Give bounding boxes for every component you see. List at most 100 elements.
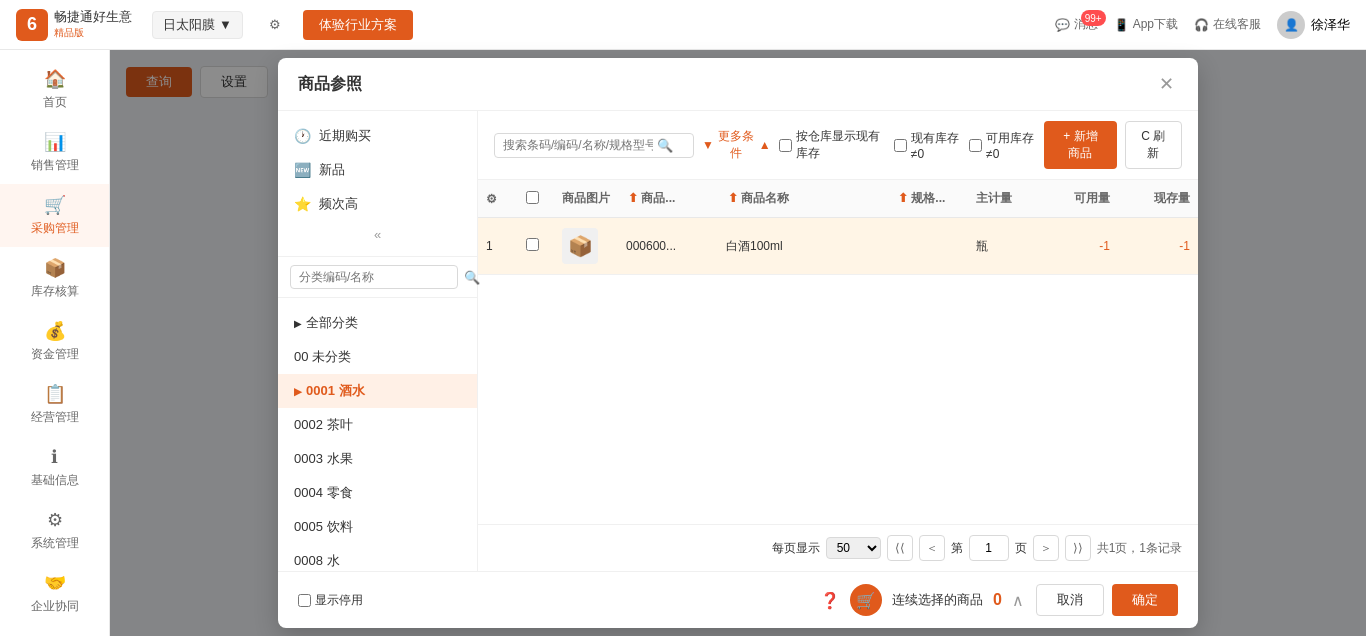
product-search-input[interactable]: [503, 138, 653, 152]
th-name[interactable]: ⬆ 商品名称: [718, 180, 888, 218]
show-disabled-checkbox[interactable]: [298, 594, 311, 607]
add-product-button[interactable]: + 新增商品: [1044, 121, 1116, 169]
page-unit: 页: [1015, 540, 1027, 557]
top-header: 6 畅捷通好生意 精品版 日太阳膜 ▼ ⚙ 体验行业方案 💬 消息 99+ 📱 …: [0, 0, 1366, 50]
logo-icon: 6: [16, 9, 48, 41]
sidebar-item-home[interactable]: 🏠 首页: [0, 58, 109, 121]
sidebar: 🏠 首页 📊 销售管理 🛒 采购管理 📦 库存核算 💰 资金管理 📋 经营管理 …: [0, 50, 110, 636]
category-0008[interactable]: 0008 水: [278, 544, 477, 571]
modal-header: 商品参照 ✕: [278, 58, 1198, 111]
refresh-button[interactable]: C 刷新: [1125, 121, 1182, 169]
toolbar-right: + 新增商品 C 刷新: [1044, 121, 1182, 169]
frequent-link[interactable]: ⭐ 频次高: [278, 187, 477, 221]
logo-text: 畅捷通好生意: [54, 9, 132, 26]
sidebar-item-inventory[interactable]: 📦 库存核算: [0, 247, 109, 310]
sidebar-label: 库存核算: [31, 283, 79, 300]
search-icon[interactable]: 🔍: [657, 138, 673, 153]
sidebar-label: 采购管理: [31, 220, 79, 237]
category-0002[interactable]: 0002 茶叶: [278, 408, 477, 442]
prev-page-button[interactable]: ＜: [919, 535, 945, 561]
sidebar-item-finance[interactable]: 💰 资金管理: [0, 310, 109, 373]
th-spec[interactable]: ⬆ 规格...: [888, 180, 968, 218]
new-product-link[interactable]: 🆕 新品: [278, 153, 477, 187]
avatar: 👤: [1277, 11, 1305, 39]
footer-collapse-button[interactable]: ∧: [1012, 591, 1024, 610]
modal-close-button[interactable]: ✕: [1154, 72, 1178, 96]
confirm-button[interactable]: 确定: [1112, 584, 1178, 616]
sort-icon: ⬆: [898, 191, 908, 205]
category-0001[interactable]: ▶ 0001 酒水: [278, 374, 477, 408]
next-page-button[interactable]: ＞: [1033, 535, 1059, 561]
sidebar-item-purchase[interactable]: 🛒 采购管理: [0, 184, 109, 247]
category-all[interactable]: ▶ 全部分类: [278, 306, 477, 340]
main-layout: 🏠 首页 📊 销售管理 🛒 采购管理 📦 库存核算 💰 资金管理 📋 经营管理 …: [0, 50, 1366, 636]
last-page-button[interactable]: ⟩⟩: [1065, 535, 1091, 561]
modal-footer: 显示停用 ❓ 🛒 连续选择的商品 0 ∧ 取消 确定: [278, 571, 1198, 628]
th-stock: 现存量: [1118, 180, 1198, 218]
sidebar-item-guide[interactable]: 📖 新手引导: [0, 625, 109, 636]
available-stock-checkbox[interactable]: 可用库存≠0: [969, 130, 1036, 161]
th-available: 可用量: [1038, 180, 1118, 218]
cart-button[interactable]: 🛒: [850, 584, 882, 616]
modal-title: 商品参照: [298, 74, 362, 95]
cell-unit: 瓶: [968, 218, 1038, 275]
sidebar-label: 基础信息: [31, 472, 79, 489]
new-label: 新品: [319, 161, 345, 179]
cell-image: 📦: [554, 218, 618, 275]
sidebar-label: 销售管理: [31, 157, 79, 174]
sort-icon: ⬆: [628, 191, 638, 205]
header-right: 💬 消息 99+ 📱 App下载 🎧 在线客服 👤 徐泽华: [1055, 11, 1350, 39]
cell-available: -1: [1038, 218, 1118, 275]
more-filter-button[interactable]: ▼ 更多条件 ▲: [702, 128, 771, 162]
logo-area: 6 畅捷通好生意 精品版: [16, 9, 136, 41]
sidebar-item-system[interactable]: ⚙ 系统管理: [0, 499, 109, 562]
header-mid: ⚙ 体验行业方案: [259, 9, 413, 41]
app-download-button[interactable]: 📱 App下载: [1114, 16, 1178, 33]
finance-icon: 💰: [44, 320, 66, 342]
sidebar-item-basic-info[interactable]: ℹ 基础信息: [0, 436, 109, 499]
cell-check[interactable]: [518, 218, 554, 275]
th-settings[interactable]: ⚙: [478, 180, 518, 218]
left-panel: 🕐 近期购买 🆕 新品 ⭐ 频次高: [278, 111, 478, 571]
cell-name: 白酒100ml: [718, 218, 888, 275]
online-service-button[interactable]: 🎧 在线客服: [1194, 16, 1261, 33]
current-stock-checkbox[interactable]: 现有库存≠0: [894, 130, 961, 161]
cart-icon: 🛒: [856, 591, 876, 610]
first-page-button[interactable]: ⟨⟨: [887, 535, 913, 561]
user-area[interactable]: 👤 徐泽华: [1277, 11, 1350, 39]
table-row[interactable]: 1 📦 00: [478, 218, 1198, 275]
collapse-button[interactable]: «: [278, 221, 477, 248]
recent-purchase-link[interactable]: 🕐 近期购买: [278, 119, 477, 153]
page-number-input[interactable]: [969, 535, 1009, 561]
category-0003[interactable]: 0003 水果: [278, 442, 477, 476]
sidebar-item-sales[interactable]: 📊 销售管理: [0, 121, 109, 184]
warehouse-display-checkbox[interactable]: 按仓库显示现有库存: [779, 128, 886, 162]
gear-button[interactable]: ⚙: [259, 9, 291, 41]
show-disabled-label[interactable]: 显示停用: [298, 592, 363, 609]
per-page-select[interactable]: 102050100: [826, 537, 881, 559]
info-icon: ℹ: [51, 446, 58, 468]
sidebar-item-collab[interactable]: 🤝 企业协同: [0, 562, 109, 625]
message-badge: 99+: [1081, 10, 1106, 26]
experience-button[interactable]: 体验行业方案: [303, 10, 413, 40]
store-selector[interactable]: 日太阳膜 ▼: [152, 11, 243, 39]
sidebar-item-operations[interactable]: 📋 经营管理: [0, 373, 109, 436]
category-00[interactable]: 00 未分类: [278, 340, 477, 374]
category-0005[interactable]: 0005 饮料: [278, 510, 477, 544]
system-icon: ⚙: [47, 509, 63, 531]
modal-body: 🕐 近期购买 🆕 新品 ⭐ 频次高: [278, 111, 1198, 571]
search-input-wrap: 🔍: [494, 133, 694, 158]
footer-right: 取消 确定: [1036, 584, 1178, 616]
sidebar-label: 系统管理: [31, 535, 79, 552]
product-table: ⚙ 商品图片 ⬆ 商品...: [478, 180, 1198, 275]
messages-button[interactable]: 💬 消息 99+: [1055, 16, 1098, 33]
cancel-button[interactable]: 取消: [1036, 584, 1104, 616]
category-0004[interactable]: 0004 零食: [278, 476, 477, 510]
quick-links: 🕐 近期购买 🆕 新品 ⭐ 频次高: [278, 111, 477, 257]
th-image: 商品图片: [554, 180, 618, 218]
category-search-input[interactable]: [290, 265, 458, 289]
th-code[interactable]: ⬆ 商品...: [618, 180, 718, 218]
help-button[interactable]: ❓: [820, 591, 840, 610]
pagination: 每页显示 102050100 ⟨⟨ ＜ 第 页 ＞ ⟩⟩ 共1页，1条记录: [478, 524, 1198, 571]
th-check[interactable]: [518, 180, 554, 218]
